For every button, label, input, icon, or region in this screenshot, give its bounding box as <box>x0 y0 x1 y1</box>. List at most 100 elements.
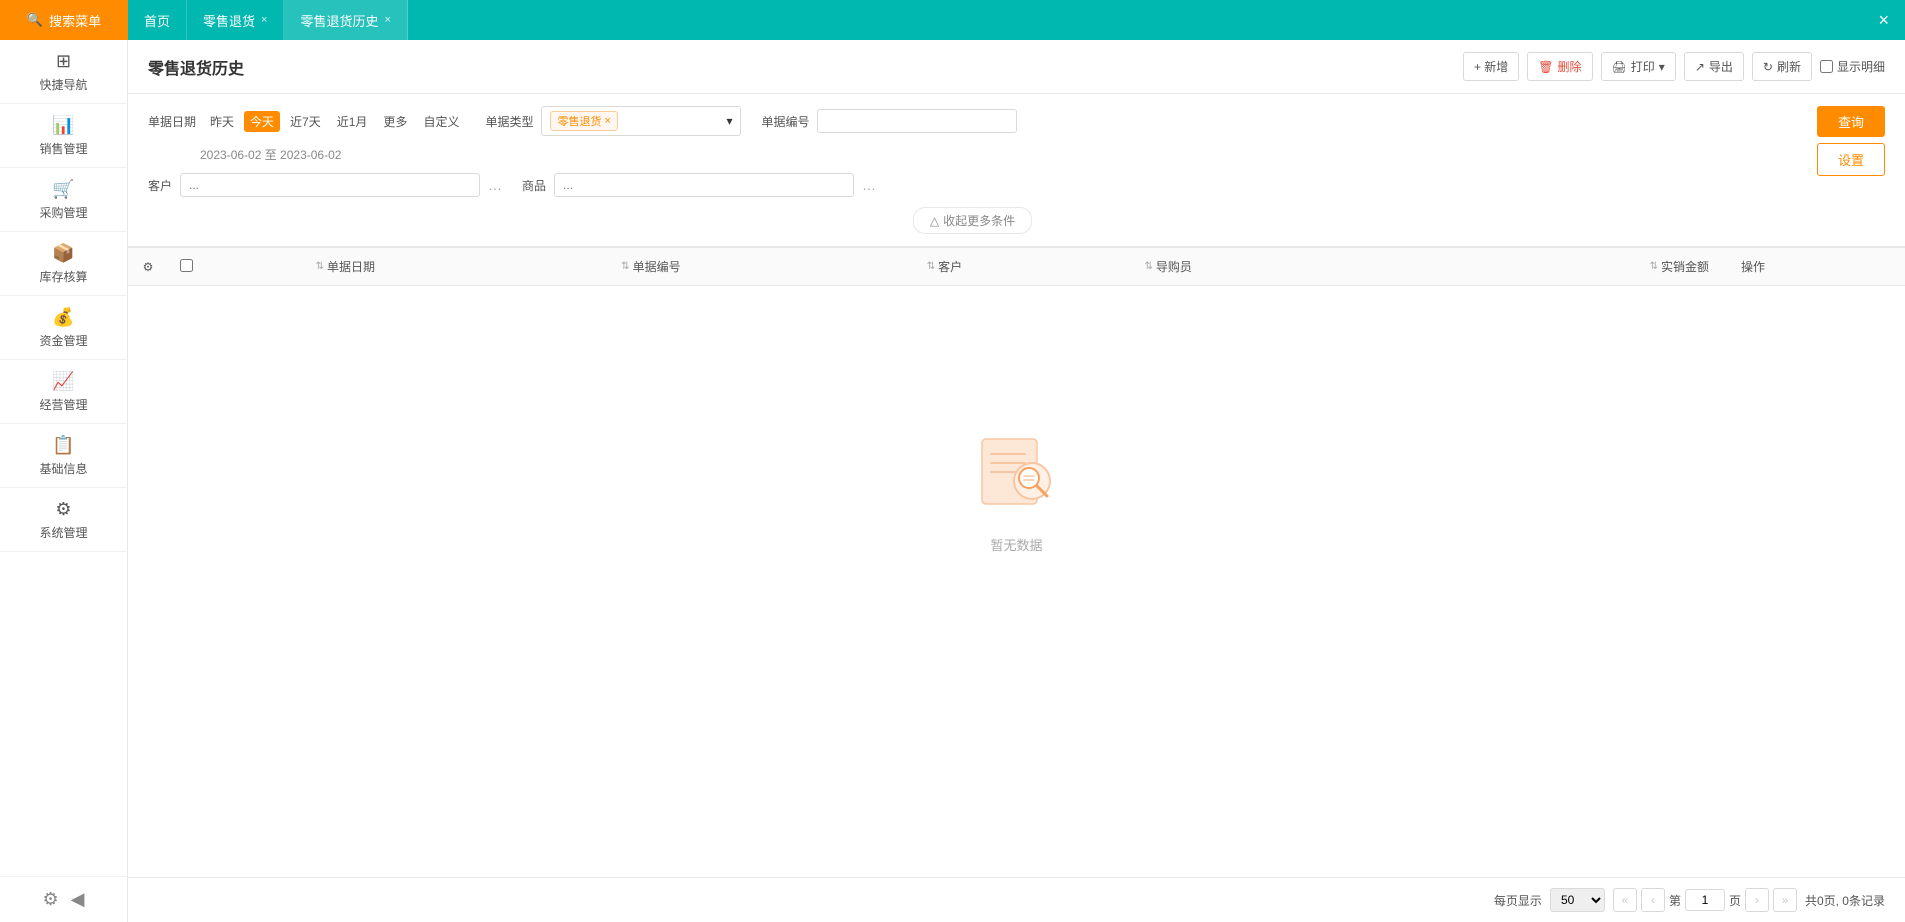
sidebar-menu-icon[interactable]: ◀ <box>71 889 85 910</box>
th-checkbox[interactable] <box>168 248 304 286</box>
header-actions: + 新增 🗑 删除 🖨 打印 ▾ ↗ 导出 ↻ 刷新 <box>1463 52 1885 81</box>
search-label: 搜索菜单 <box>49 11 101 30</box>
finance-icon: 💰 <box>52 307 74 328</box>
tab-return-close[interactable]: × <box>261 14 267 26</box>
th-customer-sort-icon: ⇅ <box>927 261 935 272</box>
quick-nav-icon: ⊞ <box>56 51 71 72</box>
empty-illustration <box>967 419 1067 519</box>
date-btn-today[interactable]: 今天 <box>244 111 280 132</box>
voucher-type-dropdown-icon: ▾ <box>726 114 732 128</box>
sidebar-item-sales[interactable]: 📊 销售管理 <box>0 104 127 168</box>
date-btn-more[interactable]: 更多 <box>377 111 413 132</box>
last-page-btn[interactable]: » <box>1773 888 1797 912</box>
page-header: 零售退货历史 + 新增 🗑 删除 🖨 打印 ▾ ↗ 导出 ↻ <box>128 40 1905 94</box>
voucher-type-tag: 零售退货 × <box>550 111 617 131</box>
sidebar-label-basic: 基础信息 <box>39 460 87 477</box>
sidebar-settings-icon[interactable]: ⚙ <box>43 889 59 910</box>
page-input[interactable] <box>1685 889 1725 911</box>
sidebar-item-basic[interactable]: 📋 基础信息 <box>0 424 127 488</box>
sidebar-label-sales: 销售管理 <box>39 140 87 157</box>
table-head: ⚙ ⇅ 单据日期 ⇅ <box>128 248 1905 286</box>
search-menu-btn[interactable]: 🔍 搜索菜单 <box>0 0 128 40</box>
print-dropdown-icon: ▾ <box>1659 60 1665 74</box>
collapse-btn[interactable]: △ 收起更多条件 <box>913 207 1032 234</box>
table-container: ⚙ ⇅ 单据日期 ⇅ <box>128 247 1905 877</box>
next-page-btn[interactable]: › <box>1745 888 1769 912</box>
export-label: 导出 <box>1709 58 1733 75</box>
customer-label: 客户 <box>148 177 172 194</box>
sidebar-label-system: 系统管理 <box>39 524 87 541</box>
empty-state: 暂无数据 <box>128 286 1905 686</box>
customer-filter-item: 客户 … <box>148 173 502 197</box>
delete-btn[interactable]: 🗑 删除 <box>1527 52 1592 81</box>
filter-settings-btn[interactable]: 设置 <box>1817 143 1885 176</box>
tab-home[interactable]: 首页 <box>128 0 187 40</box>
goods-input[interactable] <box>554 173 854 197</box>
th-amount[interactable]: ⇅ 实销金额 <box>1394 248 1729 286</box>
th-customer[interactable]: ⇅ 客户 <box>915 248 1133 286</box>
tabs-container: 首页 零售退货 × 零售退货历史 × <box>128 0 1878 40</box>
sidebar-item-inventory[interactable]: 📦 库存核算 <box>0 232 127 296</box>
date-btn-last-month[interactable]: 近1月 <box>331 111 374 132</box>
export-icon: ↗ <box>1695 60 1705 74</box>
display-detail-checkbox[interactable] <box>1820 60 1833 73</box>
th-operation: 操作 <box>1729 248 1905 286</box>
per-page-select[interactable]: 50 10 20 100 <box>1550 888 1605 912</box>
main-layout: ⊞ 快捷导航 📊 销售管理 🛒 采购管理 📦 库存核算 💰 资金管理 📈 经营管… <box>0 40 1905 922</box>
print-icon: 🖨 <box>1612 60 1627 74</box>
th-settings[interactable]: ⚙ <box>128 248 168 286</box>
date-btn-yesterday[interactable]: 昨天 <box>204 111 240 132</box>
sidebar-item-system[interactable]: ⚙ 系统管理 <box>0 488 127 552</box>
goods-ellipsis[interactable]: … <box>862 177 876 193</box>
refresh-btn[interactable]: ↻ 刷新 <box>1752 52 1812 81</box>
sidebar-item-operation[interactable]: 📈 经营管理 <box>0 360 127 424</box>
th-operation-label: 操作 <box>1741 260 1765 274</box>
voucher-no-input[interactable] <box>817 109 1017 133</box>
display-detail-toggle[interactable]: 显示明细 <box>1820 58 1885 75</box>
new-btn[interactable]: + 新增 <box>1463 52 1519 81</box>
print-btn[interactable]: 🖨 打印 ▾ <box>1601 52 1676 81</box>
filter-area: 单据日期 昨天 今天 近7天 近1月 更多 自定义 <box>128 94 1905 247</box>
tab-return-history[interactable]: 零售退货历史 × <box>284 0 407 40</box>
date-btn-last7[interactable]: 近7天 <box>284 111 327 132</box>
sidebar-item-finance[interactable]: 💰 资金管理 <box>0 296 127 360</box>
collapse-row: △ 收起更多条件 <box>148 207 1797 234</box>
filter-row-1: 单据日期 昨天 今天 近7天 近1月 更多 自定义 <box>148 106 1797 136</box>
query-btn[interactable]: 查询 <box>1817 106 1885 137</box>
filter-row-2: 客户 … 商品 … <box>148 173 1797 197</box>
select-all-checkbox[interactable] <box>180 259 193 272</box>
th-no[interactable]: ⇅ 单据编号 <box>609 248 915 286</box>
tab-return-history-close[interactable]: × <box>384 14 390 26</box>
pagination: 每页显示 50 10 20 100 « ‹ 第 页 › » 共0页, 0条记录 <box>128 877 1905 922</box>
settings-cog-icon[interactable]: ⚙ <box>143 260 154 274</box>
tab-return-history-label: 零售退货历史 <box>300 11 378 30</box>
per-page-label: 每页显示 <box>1494 892 1542 909</box>
sidebar-label-inventory: 库存核算 <box>39 268 87 285</box>
search-icon: 🔍 <box>27 12 43 28</box>
voucher-type-item: 单据类型 零售退货 × ▾ <box>485 106 741 136</box>
voucher-type-select[interactable]: 零售退货 × ▾ <box>541 106 741 136</box>
voucher-no-item: 单据编号 <box>761 109 1017 133</box>
th-date[interactable]: ⇅ 单据日期 <box>304 248 610 286</box>
window-close-btn[interactable]: × <box>1878 10 1889 31</box>
prev-page-btn[interactable]: ‹ <box>1641 888 1665 912</box>
collapse-up-icon: △ <box>930 214 939 228</box>
tab-return[interactable]: 零售退货 × <box>187 0 284 40</box>
export-btn[interactable]: ↗ 导出 <box>1684 52 1744 81</box>
th-no-sort-icon: ⇅ <box>621 261 629 272</box>
sidebar-label-finance: 资金管理 <box>39 332 87 349</box>
refresh-label: 刷新 <box>1777 58 1801 75</box>
sidebar-item-quick-nav[interactable]: ⊞ 快捷导航 <box>0 40 127 104</box>
system-icon: ⚙ <box>55 499 71 520</box>
date-btn-custom[interactable]: 自定义 <box>417 111 465 132</box>
th-guide[interactable]: ⇅ 导购员 <box>1132 248 1394 286</box>
customer-ellipsis[interactable]: … <box>488 177 502 193</box>
total-info: 共0页, 0条记录 <box>1805 892 1885 909</box>
sidebar-item-purchase[interactable]: 🛒 采购管理 <box>0 168 127 232</box>
th-guide-label: 导购员 <box>1156 258 1192 275</box>
customer-input[interactable] <box>180 173 480 197</box>
first-page-btn[interactable]: « <box>1613 888 1637 912</box>
voucher-type-tag-remove[interactable]: × <box>604 115 610 127</box>
delete-label: 删除 <box>1558 58 1582 75</box>
purchase-icon: 🛒 <box>52 179 74 200</box>
